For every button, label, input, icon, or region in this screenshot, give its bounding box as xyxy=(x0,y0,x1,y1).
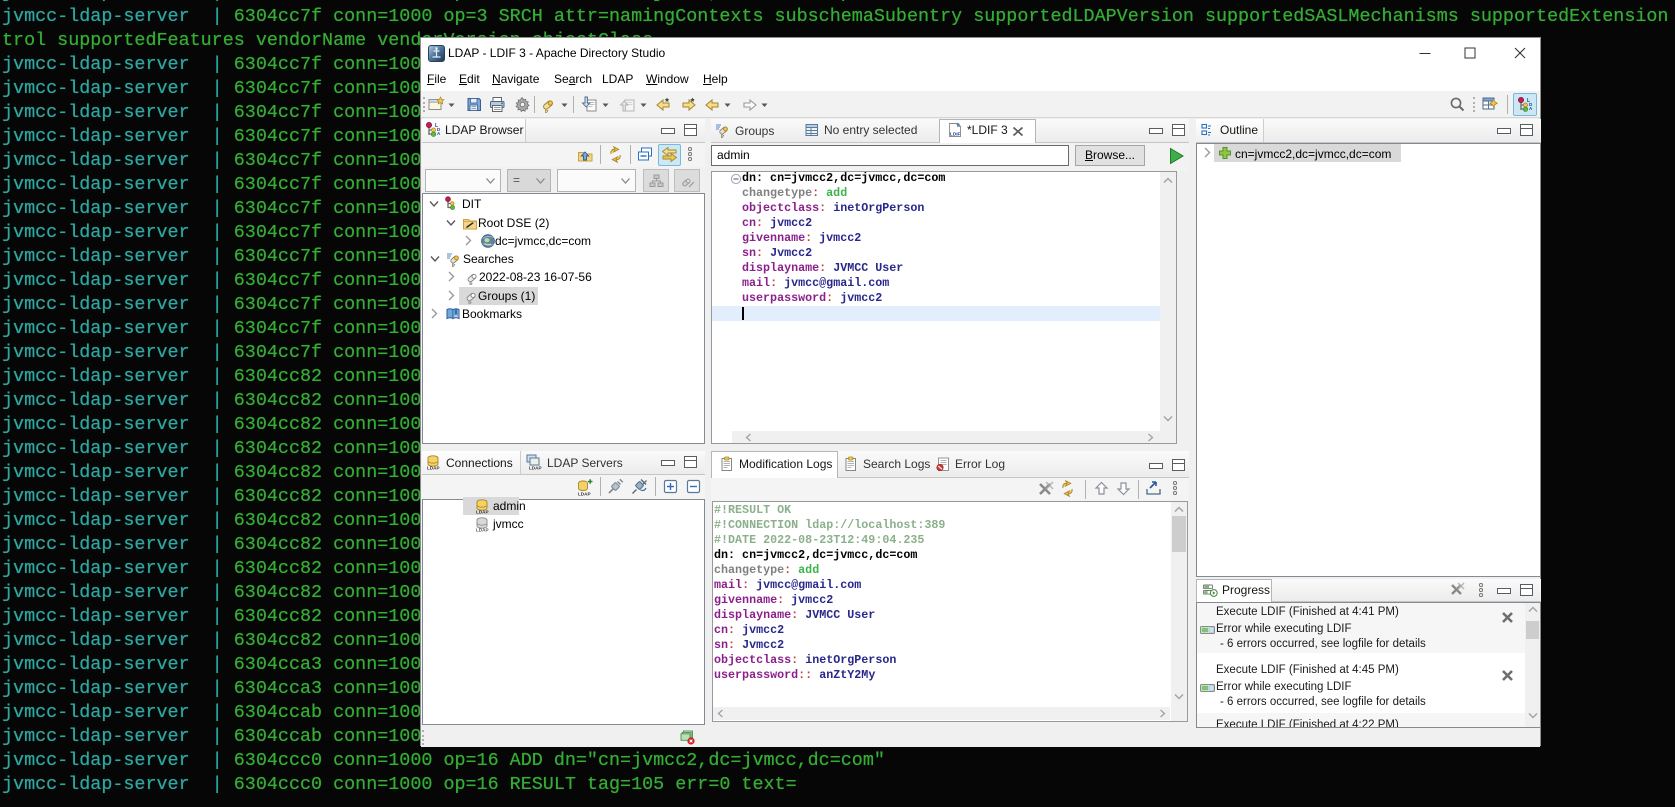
svg-text:LDAP: LDAP xyxy=(427,466,440,471)
svg-text:A: A xyxy=(437,131,441,136)
svg-text:LDIF: LDIF xyxy=(950,132,961,138)
svg-text:LDAP: LDAP xyxy=(476,510,489,515)
svg-text:LDAP: LDAP xyxy=(476,528,489,533)
svg-text:LDAP: LDAP xyxy=(578,492,591,497)
svg-text:LDAP: LDAP xyxy=(529,466,542,471)
svg-text:A: A xyxy=(1529,106,1533,111)
